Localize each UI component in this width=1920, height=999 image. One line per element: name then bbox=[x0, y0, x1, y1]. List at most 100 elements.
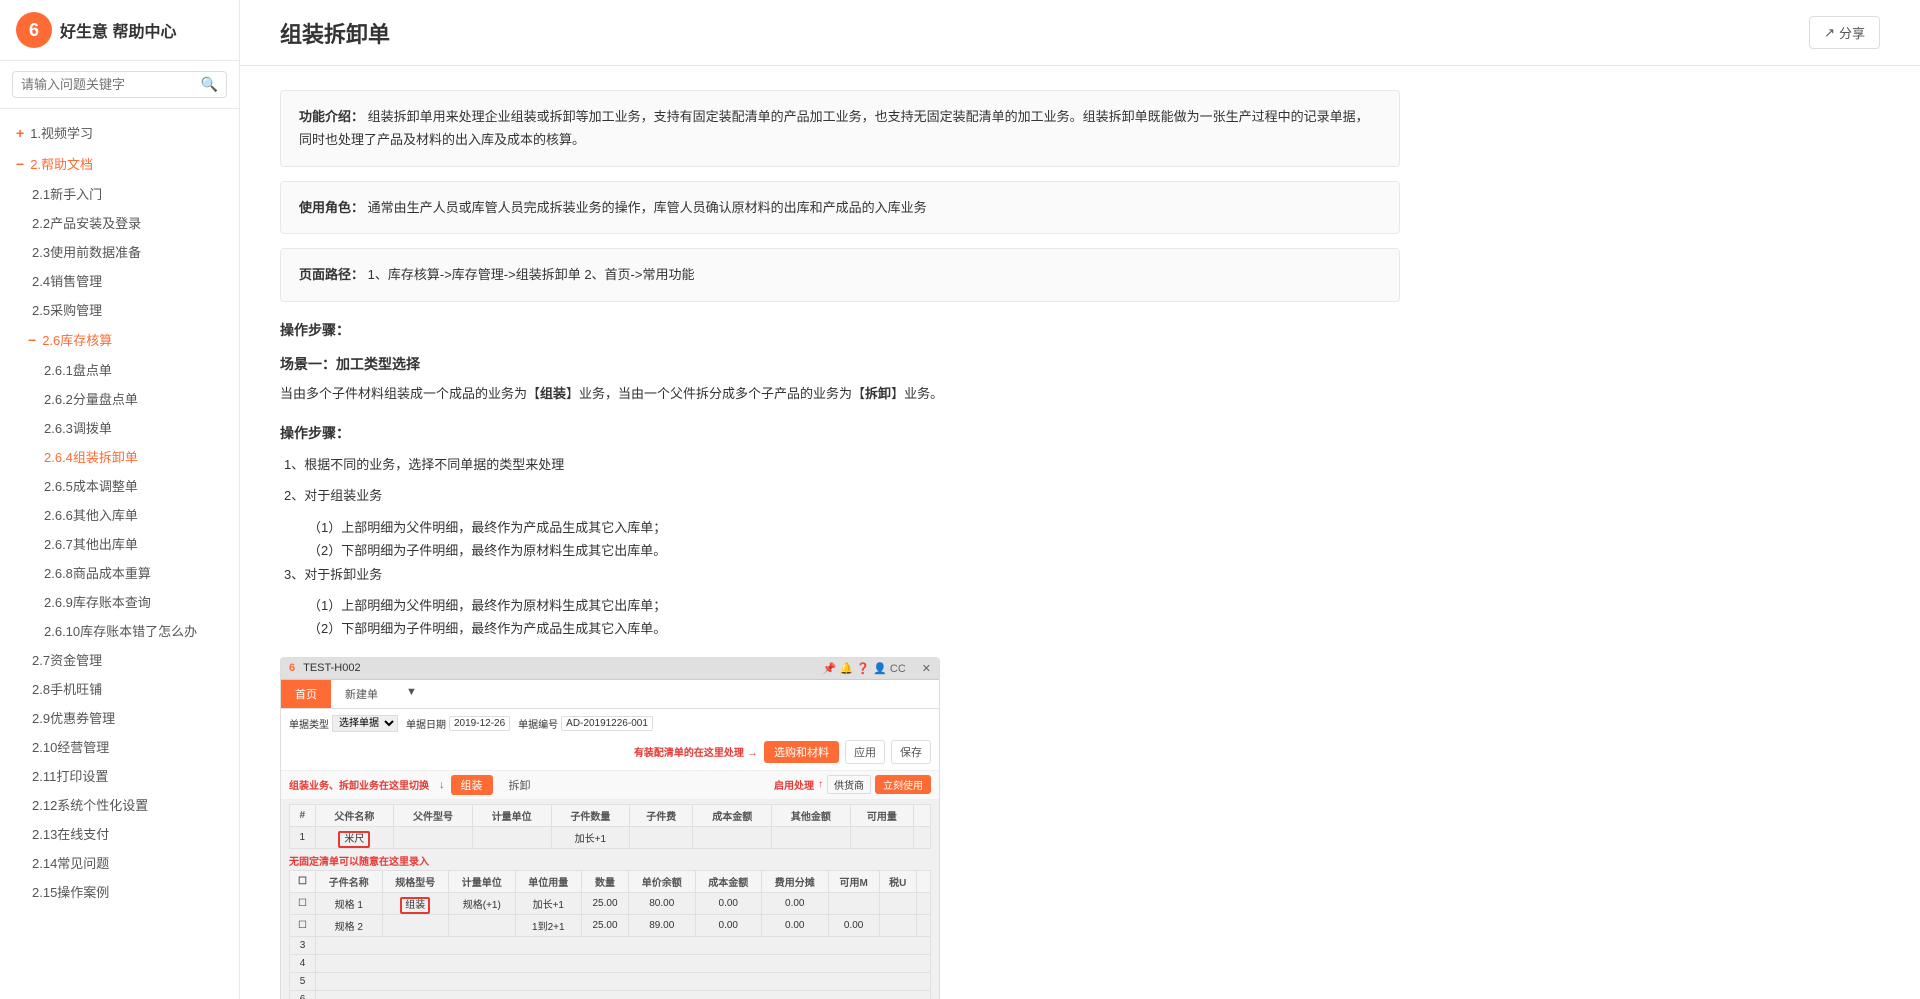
intro-text: 组装拆卸单用来处理企业组装或拆卸等加工业务，支持有固定装配清单的产品加工业务，也… bbox=[299, 109, 1369, 147]
annotation3-text: 启用处理 bbox=[774, 777, 814, 792]
cell-other-amt bbox=[772, 826, 851, 848]
sidebar-item-personalize[interactable]: 2.12系统个性化设置 bbox=[0, 790, 239, 819]
search-area: 🔍 bbox=[0, 61, 239, 109]
main-content: 组装拆卸单 ↗ 分享 功能介绍： 组装拆卸单用来处理企业组装或拆卸等加工业务，支… bbox=[240, 0, 1920, 999]
cell-sub-unit3 bbox=[449, 914, 516, 936]
cell-empty-cols3 bbox=[316, 972, 931, 990]
mock-nav-tab-extra: ▼ bbox=[392, 680, 431, 708]
mock-disassemble-tab[interactable]: 拆卸 bbox=[499, 775, 541, 795]
sidebar-item-stock-ledger[interactable]: 2.6.9库存账本查询 bbox=[0, 587, 239, 616]
sidebar-item-cases[interactable]: 2.15操作案例 bbox=[0, 877, 239, 906]
sidebar-item-cost-adjust[interactable]: 2.6.5成本调整单 bbox=[0, 471, 239, 500]
sidebar-item-transfer[interactable]: 2.6.3调拨单 bbox=[0, 413, 239, 442]
col-action bbox=[913, 804, 930, 826]
col-sub-act: 税U bbox=[879, 870, 916, 892]
article-content: 功能介绍： 组装拆卸单用来处理企业组装或拆卸等加工业务，支持有固定装配清单的产品… bbox=[240, 66, 1440, 999]
mock-apply-btn[interactable]: 立刻使用 bbox=[875, 775, 931, 794]
sidebar-item-payment[interactable]: 2.13在线支付 bbox=[0, 819, 239, 848]
sidebar-item-finance[interactable]: 2.7资金管理 bbox=[0, 645, 239, 674]
cell-empty3: 5 bbox=[290, 972, 316, 990]
sidebar-item-cost-recalc[interactable]: 2.6.8商品成本重算 bbox=[0, 558, 239, 587]
mock-date-value: 2019-12-26 bbox=[449, 716, 510, 731]
sidebar-item-video-learning[interactable]: + 1.视频学习 bbox=[0, 117, 239, 148]
mock-number-value: AD-20191226-001 bbox=[561, 716, 653, 731]
intro-block: 功能介绍： 组装拆卸单用来处理企业组装或拆卸等加工业务，支持有固定装配清单的产品… bbox=[280, 90, 1400, 167]
cell-empty1: 3 bbox=[290, 936, 316, 954]
field-label: 单据日期 bbox=[406, 716, 446, 731]
sidebar-item-purchase[interactable]: 2.5采购管理 bbox=[0, 295, 239, 324]
table-row: 4 bbox=[290, 954, 931, 972]
screenshot-container: 6 TEST-H002 📌 🔔 ❓ 👤 CC ✕ 首页 新建单 ▼ 单据类型 bbox=[280, 657, 940, 999]
page-header: 组装拆卸单 ↗ 分享 bbox=[240, 0, 1920, 66]
col-sub-price: 单价余额 bbox=[629, 870, 696, 892]
nav-tree: + 1.视频学习 − 2.帮助文档 2.1新手入门 2.2产品安装及登录 2.3… bbox=[0, 109, 239, 999]
sidebar-item-print[interactable]: 2.11打印设置 bbox=[0, 761, 239, 790]
sidebar-item-label: 2.帮助文档 bbox=[30, 154, 93, 173]
sidebar-item-mobile[interactable]: 2.8手机旺铺 bbox=[0, 674, 239, 703]
mock-assemble-tab[interactable]: 组装 bbox=[451, 775, 493, 795]
sidebar-item-label: 1.视频学习 bbox=[30, 123, 93, 142]
cell-avail bbox=[850, 826, 913, 848]
cell-sub-avail2: 0.00 bbox=[828, 914, 879, 936]
role-text: 通常由生产人员或库管人员完成拆装业务的操作，库管人员确认原材料的出库和产成品的入… bbox=[368, 200, 927, 215]
col-cost: 子件费 bbox=[630, 804, 693, 826]
logo-text: 好生意 帮助中心 bbox=[60, 18, 176, 42]
sidebar-item-coupon[interactable]: 2.9优惠券管理 bbox=[0, 703, 239, 732]
sidebar-item-other-inbound[interactable]: 2.6.6其他入库单 bbox=[0, 500, 239, 529]
sidebar-item-stock-error[interactable]: 2.6.10库存账本错了怎么办 bbox=[0, 616, 239, 645]
mock-enable-field: 供货商 bbox=[827, 775, 871, 794]
mock-form-header: 单据类型 选择单据 单据日期 2019-12-26 单据编号 AD-201912… bbox=[281, 709, 939, 771]
annotation4-text: 无固定清单可以随意在这里录入 bbox=[289, 853, 931, 868]
sidebar-item-inventory[interactable]: − 2.6库存核算 bbox=[0, 324, 239, 355]
share-button[interactable]: ↗ 分享 bbox=[1809, 16, 1880, 49]
mock-select-material-btn[interactable]: 选购和材料 bbox=[764, 741, 839, 763]
col-avail: 可用量 bbox=[850, 804, 913, 826]
sidebar-item-sales[interactable]: 2.4销售管理 bbox=[0, 266, 239, 295]
annotation1-text: 有装配清单的在这里处理 bbox=[634, 748, 744, 759]
cell-check2: ☐ bbox=[290, 914, 316, 936]
col-other-amt: 其他金额 bbox=[772, 804, 851, 826]
sidebar: 6 好生意 帮助中心 🔍 + 1.视频学习 − 2.帮助文档 2.1新手入门 2… bbox=[0, 0, 240, 999]
cell-name: 米尺 bbox=[315, 826, 394, 848]
search-input[interactable] bbox=[21, 77, 201, 92]
intro-label: 功能介绍： bbox=[299, 109, 364, 124]
mock-lower-table-area: 无固定清单可以随意在这里录入 ☐ 子件名称 规格型号 计量单位 单位用量 数量 … bbox=[281, 853, 939, 999]
search-box[interactable]: 🔍 bbox=[12, 71, 227, 98]
mock-action-btn[interactable]: 应用 bbox=[845, 740, 885, 764]
table-row: 1 米尺 加长+1 bbox=[290, 826, 931, 848]
mock-close[interactable]: ✕ bbox=[922, 662, 931, 675]
sidebar-item-ops[interactable]: 2.10经营管理 bbox=[0, 732, 239, 761]
search-icon: 🔍 bbox=[201, 76, 218, 93]
mock-nav-tab-new[interactable]: 新建单 bbox=[331, 680, 392, 708]
mock-child-table: ☐ 子件名称 规格型号 计量单位 单位用量 数量 单价余额 成本金额 费用分摊 … bbox=[289, 870, 931, 999]
mock-type-select[interactable]: 选择单据 bbox=[332, 715, 398, 732]
sidebar-item-data-prep[interactable]: 2.3使用前数据准备 bbox=[0, 237, 239, 266]
col-unit: 计量单位 bbox=[472, 804, 551, 826]
role-label: 使用角色： bbox=[299, 200, 364, 215]
sidebar-item-stocktake[interactable]: 2.6.1盘点单 bbox=[0, 355, 239, 384]
cell-sub-costamt2: 0.00 bbox=[695, 914, 762, 936]
share-label: 分享 bbox=[1839, 23, 1865, 42]
sidebar-item-partial-stocktake[interactable]: 2.6.2分量盘点单 bbox=[0, 384, 239, 413]
cell-name-highlight: 米尺 bbox=[338, 831, 370, 848]
mock-subtabs: 组装业务、拆卸业务在这里切换 ↓ 组装 拆卸 启用处理 ↑ 供货商 立刻使用 bbox=[281, 771, 939, 800]
cell-sub-avail bbox=[828, 892, 879, 914]
cell-sub-uqty: 加长+1 bbox=[515, 892, 582, 914]
mock-save-btn[interactable]: 保存 bbox=[891, 740, 931, 764]
cell-sub-uqty2: 1到2+1 bbox=[515, 914, 582, 936]
collapse-icon-inventory: − bbox=[28, 332, 36, 348]
col-sub-total: 数量 bbox=[582, 870, 629, 892]
sidebar-item-new-user[interactable]: 2.1新手入门 bbox=[0, 179, 239, 208]
sidebar-item-assembly[interactable]: 2.6.4组装拆卸单 bbox=[0, 442, 239, 471]
table-row: 5 bbox=[290, 972, 931, 990]
sidebar-item-help-docs[interactable]: − 2.帮助文档 bbox=[0, 148, 239, 179]
sidebar-item-other-outbound[interactable]: 2.6.7其他出库单 bbox=[0, 529, 239, 558]
step-list: 1、根据不同的业务，选择不同单据的类型来处理 2、对于组装业务 （1）上部明细为… bbox=[284, 453, 1400, 641]
cell-sub-share2: 0.00 bbox=[762, 914, 829, 936]
role-block: 使用角色： 通常由生产人员或库管人员完成拆装业务的操作，库管人员确认原材料的出库… bbox=[280, 181, 1400, 234]
sidebar-item-install[interactable]: 2.2产品安装及登录 bbox=[0, 208, 239, 237]
cell-sub-spec: 组装 bbox=[382, 892, 449, 914]
sidebar-item-faq[interactable]: 2.14常见问题 bbox=[0, 848, 239, 877]
step2-2: （2）下部明细为子件明细，最终作为原材料生成其它出库单。 bbox=[308, 539, 1400, 562]
mock-nav-tab-active[interactable]: 首页 bbox=[281, 680, 331, 708]
